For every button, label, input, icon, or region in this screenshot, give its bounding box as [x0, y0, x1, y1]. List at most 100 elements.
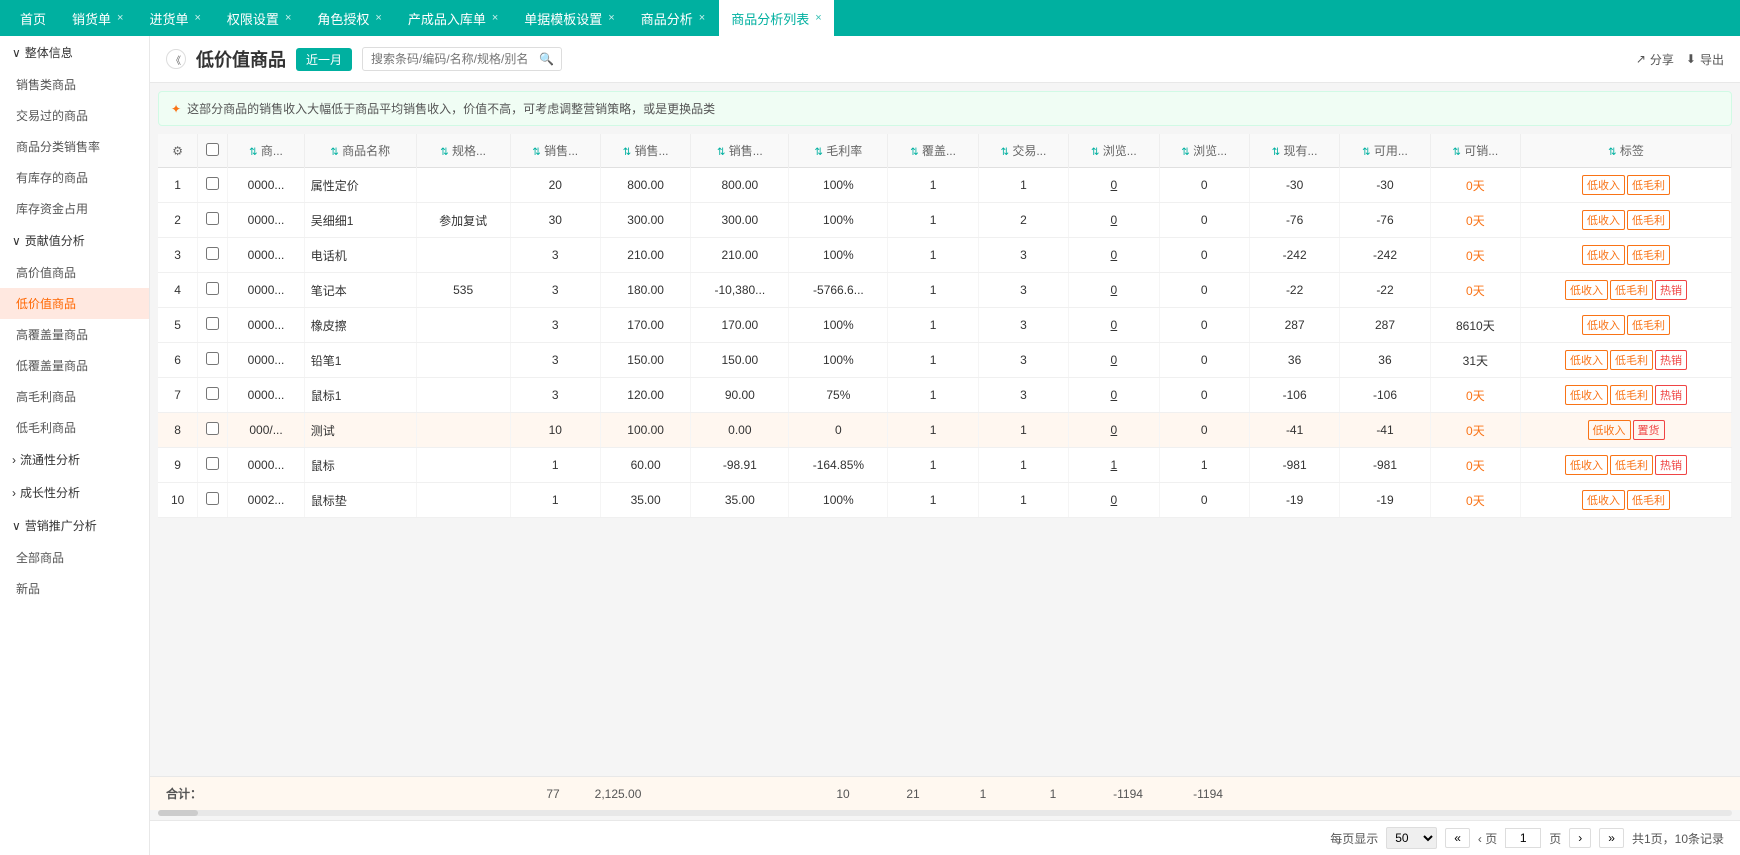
row-checkbox-cell[interactable]	[198, 308, 228, 343]
row-browse1[interactable]: 0	[1069, 273, 1159, 308]
sidebar-item-high-margin[interactable]: 高毛利商品	[0, 381, 149, 412]
search-icon[interactable]: 🔍	[539, 52, 554, 66]
sidebar-item-all-products[interactable]: 全部商品	[0, 542, 149, 573]
sidebar-item-category-sales[interactable]: 商品分类销售率	[0, 131, 149, 162]
close-icon[interactable]: ×	[194, 12, 200, 24]
col-code-header[interactable]: ⇅ 商...	[228, 134, 304, 168]
col-stock3-header[interactable]: ⇅ 可销...	[1430, 134, 1520, 168]
close-icon[interactable]: ×	[285, 12, 291, 24]
row-checkbox-cell[interactable]	[198, 343, 228, 378]
nav-purchase-order[interactable]: 进货单 ×	[137, 0, 212, 36]
sidebar-section-marketing[interactable]: ∨ 营销推广分析	[0, 509, 149, 542]
sidebar-section-growth[interactable]: › 成长性分析	[0, 476, 149, 509]
browse-link[interactable]: 0	[1111, 388, 1118, 402]
row-browse1[interactable]: 1	[1069, 448, 1159, 483]
row-checkbox[interactable]	[206, 177, 219, 190]
nav-role-auth[interactable]: 角色授权 ×	[305, 0, 393, 36]
col-gross-header[interactable]: ⇅ 毛利率	[789, 134, 888, 168]
next-page-btn[interactable]: ›	[1569, 828, 1591, 848]
sidebar-item-high-value[interactable]: 高价值商品	[0, 257, 149, 288]
row-browse1[interactable]: 0	[1069, 483, 1159, 518]
col-tags-header[interactable]: ⇅ 标签	[1521, 134, 1732, 168]
col-checkbox[interactable]	[198, 134, 228, 168]
col-sales1-header[interactable]: ⇅ 销售...	[510, 134, 600, 168]
row-checkbox-cell[interactable]	[198, 273, 228, 308]
row-checkbox-cell[interactable]	[198, 448, 228, 483]
sidebar-item-low-margin[interactable]: 低毛利商品	[0, 412, 149, 443]
row-checkbox[interactable]	[206, 212, 219, 225]
row-browse1[interactable]: 0	[1069, 343, 1159, 378]
row-checkbox-cell[interactable]	[198, 168, 228, 203]
sidebar-section-circulation[interactable]: › 流通性分析	[0, 443, 149, 476]
close-icon[interactable]: ×	[492, 12, 498, 24]
col-trade-header[interactable]: ⇅ 交易...	[978, 134, 1068, 168]
export-button[interactable]: ⬇ 导出	[1686, 51, 1724, 68]
row-browse1[interactable]: 0	[1069, 238, 1159, 273]
search-input[interactable]	[362, 47, 562, 71]
row-checkbox-cell[interactable]	[198, 413, 228, 448]
sidebar-item-low-value[interactable]: 低价值商品	[0, 288, 149, 319]
row-browse1[interactable]: 0	[1069, 168, 1159, 203]
col-stock2-header[interactable]: ⇅ 可用...	[1340, 134, 1430, 168]
collapse-sidebar-btn[interactable]: 《	[166, 49, 186, 69]
browse-link[interactable]: 0	[1111, 353, 1118, 367]
sidebar-section-overall[interactable]: ∨ 整体信息	[0, 36, 149, 69]
share-button[interactable]: ↗ 分享	[1636, 51, 1674, 68]
nav-product-in[interactable]: 产成品入库单 ×	[396, 0, 510, 36]
row-checkbox[interactable]	[206, 387, 219, 400]
row-checkbox[interactable]	[206, 247, 219, 260]
browse-link[interactable]: 0	[1111, 493, 1118, 507]
row-checkbox-cell[interactable]	[198, 203, 228, 238]
row-checkbox[interactable]	[206, 317, 219, 330]
select-all-checkbox[interactable]	[206, 143, 219, 156]
row-browse1[interactable]: 0	[1069, 378, 1159, 413]
row-browse1[interactable]: 0	[1069, 413, 1159, 448]
row-checkbox-cell[interactable]	[198, 238, 228, 273]
browse-link[interactable]: 0	[1111, 213, 1118, 227]
nav-home[interactable]: 首页	[8, 0, 58, 36]
browse-link[interactable]: 1	[1111, 458, 1118, 472]
browse-link[interactable]: 0	[1111, 423, 1118, 437]
sidebar-item-new-products[interactable]: 新品	[0, 573, 149, 604]
sidebar-item-traded-products[interactable]: 交易过的商品	[0, 100, 149, 131]
col-sales2-header[interactable]: ⇅ 销售...	[600, 134, 690, 168]
row-checkbox-cell[interactable]	[198, 378, 228, 413]
per-page-select[interactable]: 50 100 200	[1386, 827, 1437, 849]
close-icon[interactable]: ×	[117, 12, 123, 24]
row-checkbox[interactable]	[206, 492, 219, 505]
nav-template[interactable]: 单据模板设置 ×	[512, 0, 626, 36]
row-checkbox-cell[interactable]	[198, 483, 228, 518]
col-browse1-header[interactable]: ⇅ 浏览...	[1069, 134, 1159, 168]
nav-sales-order[interactable]: 销货单 ×	[60, 0, 135, 36]
close-icon[interactable]: ×	[699, 12, 705, 24]
first-page-btn[interactable]: «	[1445, 828, 1470, 848]
sidebar-item-sales-products[interactable]: 销售类商品	[0, 69, 149, 100]
browse-link[interactable]: 0	[1111, 318, 1118, 332]
nav-product-analysis[interactable]: 商品分析 ×	[629, 0, 717, 36]
close-icon[interactable]: ×	[815, 12, 821, 24]
col-browse2-header[interactable]: ⇅ 浏览...	[1159, 134, 1249, 168]
sidebar-section-contribution[interactable]: ∨ 贡献值分析	[0, 224, 149, 257]
sidebar-item-stock-products[interactable]: 有库存的商品	[0, 162, 149, 193]
sidebar-item-low-cover[interactable]: 低覆盖量商品	[0, 350, 149, 381]
nav-product-analysis-list[interactable]: 商品分析列表 ×	[719, 0, 833, 36]
time-filter-button[interactable]: 近一月	[296, 48, 352, 71]
col-stock1-header[interactable]: ⇅ 现有...	[1249, 134, 1339, 168]
browse-link[interactable]: 0	[1111, 283, 1118, 297]
close-icon[interactable]: ×	[375, 12, 381, 24]
row-browse1[interactable]: 0	[1069, 203, 1159, 238]
row-browse1[interactable]: 0	[1069, 308, 1159, 343]
col-spec-header[interactable]: ⇅ 规格...	[416, 134, 510, 168]
close-icon[interactable]: ×	[608, 12, 614, 24]
horizontal-scrollbar[interactable]	[158, 810, 1732, 816]
row-checkbox[interactable]	[206, 457, 219, 470]
browse-link[interactable]: 0	[1111, 248, 1118, 262]
scrollbar-thumb[interactable]	[158, 810, 198, 816]
row-checkbox[interactable]	[206, 422, 219, 435]
sidebar-item-stock-fund[interactable]: 库存资金占用	[0, 193, 149, 224]
browse-link[interactable]: 0	[1111, 178, 1118, 192]
col-name-header[interactable]: ⇅ 商品名称	[304, 134, 416, 168]
page-input[interactable]	[1505, 828, 1541, 848]
row-checkbox[interactable]	[206, 282, 219, 295]
row-checkbox[interactable]	[206, 352, 219, 365]
